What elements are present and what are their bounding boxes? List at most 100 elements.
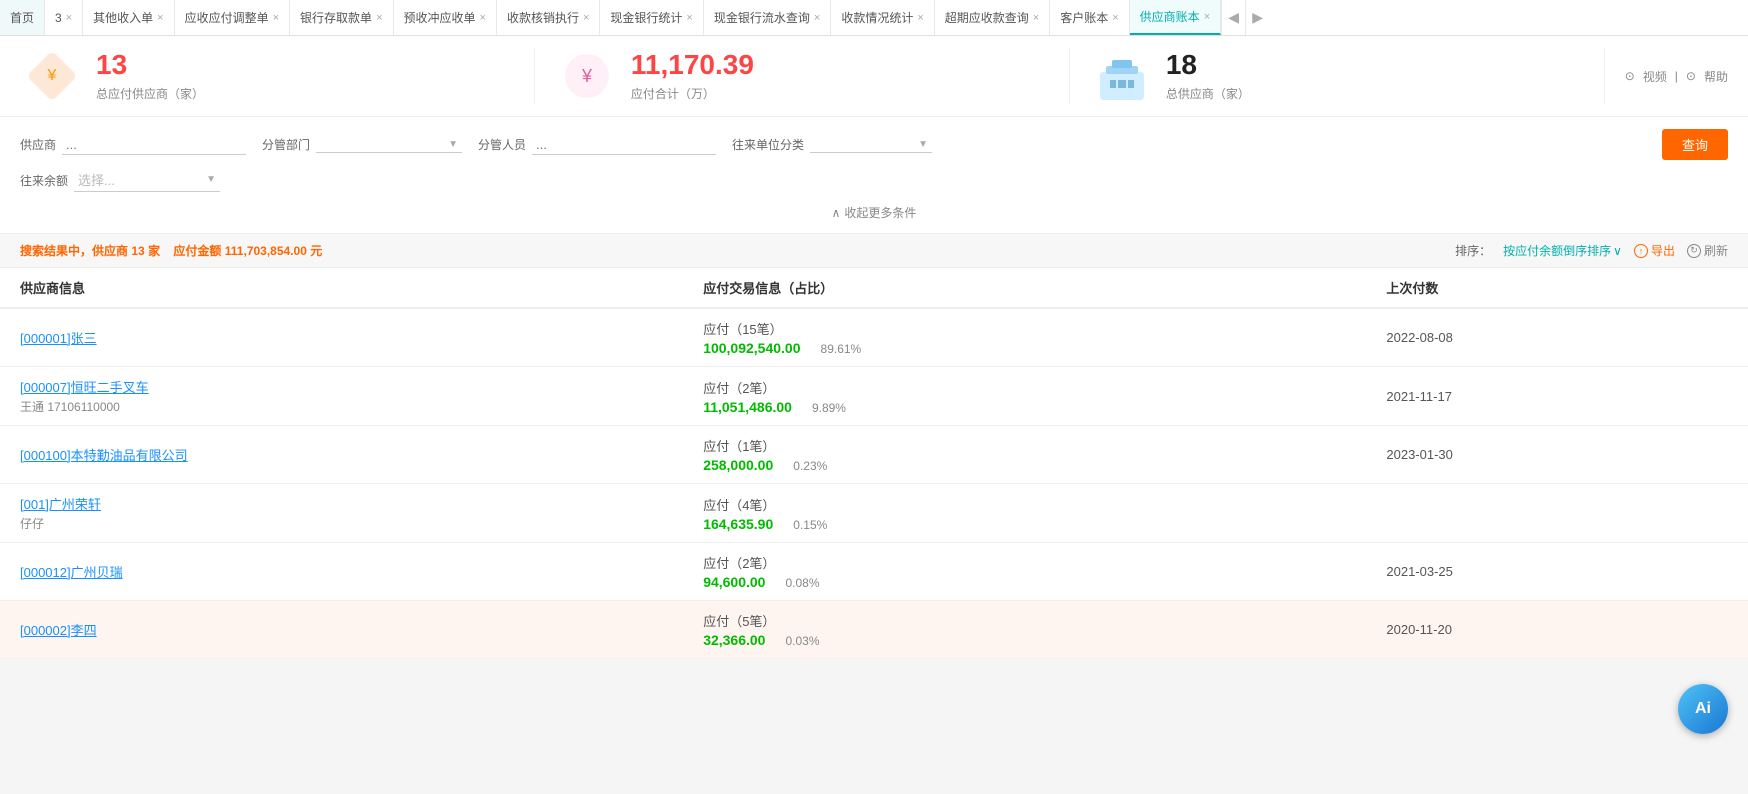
top-navigation: 首页 3 × 其他收入单 × 应收应付调整单 × 银行存取款单 × 预收冲应收单… — [0, 0, 1748, 36]
header-supplier-info: 供应商信息 — [20, 278, 703, 297]
nav-tab-other-income-label: 其他收入单 — [93, 9, 153, 26]
nav-tab-ap-adjustment-close[interactable]: × — [273, 12, 279, 24]
stat-text-total-suppliers: 18 总供应商（家） — [1166, 50, 1580, 102]
nav-tab-collection-close[interactable]: × — [583, 12, 589, 24]
stats-row: ¥ 13 总应付供应商（家） ¥ 11,170.39 应付合计（万） — [0, 36, 1748, 117]
filter-department-label: 分管部门 — [262, 136, 310, 153]
help-link[interactable]: 帮助 — [1704, 68, 1728, 85]
nav-tab-cash-bank-stats[interactable]: 现金银行统计 × — [600, 0, 703, 35]
nav-tab-3-label: 3 — [55, 11, 62, 25]
stat-number-total-suppliers: 18 — [1166, 50, 1580, 81]
nav-tab-home[interactable]: 首页 — [0, 0, 45, 35]
help-icon: ⊙ — [1686, 69, 1696, 83]
nav-tab-customer-ledger-close[interactable]: × — [1112, 12, 1118, 24]
refresh-label: 刷新 — [1704, 242, 1728, 259]
nav-tab-3-close[interactable]: × — [66, 12, 72, 24]
stat-label-ap-suppliers: 总应付供应商（家） — [96, 85, 510, 102]
sort-button[interactable]: 按应付余额倒序排序 ∨ — [1503, 242, 1622, 259]
refresh-button[interactable]: ↻ 刷新 — [1687, 242, 1728, 259]
transaction-cell-4: 应付（2笔） 94,600.00 0.08% — [703, 553, 1386, 590]
transaction-percent-1: 9.89% — [812, 401, 846, 415]
nav-tab-cash-bank-flow-close[interactable]: × — [814, 12, 820, 24]
table-row: [000012]广州贝瑞 应付（2笔） 94,600.00 0.08% 2021… — [0, 543, 1748, 601]
table-header: 供应商信息 应付交易信息（占比） 上次付数 — [0, 268, 1748, 309]
supplier-link-1[interactable]: [000007]恒旺二手叉车 — [20, 377, 703, 396]
supplier-table: 供应商信息 应付交易信息（占比） 上次付数 [000001]张三 应付（15笔）… — [0, 268, 1748, 659]
person-input[interactable] — [532, 135, 716, 155]
top-right-links: ⊙ 视频 | ⊙ 帮助 — [1605, 68, 1748, 85]
nav-tab-overdue-ar-close[interactable]: × — [1033, 12, 1039, 24]
balance-select[interactable]: 选择... ▼ — [74, 168, 220, 192]
category-dropdown-icon: ▼ — [918, 139, 928, 150]
supplier-link-4[interactable]: [000012]广州贝瑞 — [20, 562, 703, 581]
transaction-label-5: 应付（5笔） — [703, 611, 1386, 630]
transaction-amount-5: 32,366.00 — [703, 632, 765, 648]
result-amount-unit: 元 — [310, 244, 322, 258]
result-info: 搜索结果中，供应商 13 家 应付金额 111,703,854.00 元 — [20, 242, 322, 259]
nav-tab-supplier-ledger[interactable]: 供应商账本 × — [1130, 0, 1221, 35]
nav-tab-prepayment-close[interactable]: × — [480, 12, 486, 24]
sort-label: 排序： — [1455, 242, 1491, 259]
nav-tab-bank-deposit[interactable]: 银行存取款单 × — [290, 0, 393, 35]
nav-tab-other-income[interactable]: 其他收入单 × — [83, 0, 174, 35]
stat-block-ap-suppliers: ¥ 13 总应付供应商（家） — [0, 48, 535, 104]
last-payment-5: 2020-11-20 — [1386, 622, 1728, 637]
nav-tab-collection-stats[interactable]: 收款情况统计 × — [831, 0, 934, 35]
nav-tab-collection[interactable]: 收款核销执行 × — [497, 0, 600, 35]
nav-tab-other-income-close[interactable]: × — [157, 12, 163, 24]
query-button[interactable]: 查询 — [1662, 129, 1728, 160]
supplier-cell-3: [001]广州荣轩 仔仔 — [20, 494, 703, 532]
transaction-percent-4: 0.08% — [785, 576, 819, 590]
transaction-cell-1: 应付（2笔） 11,051,486.00 9.89% — [703, 378, 1386, 415]
stat-block-ap-total: ¥ 11,170.39 应付合计（万） — [535, 48, 1070, 104]
transaction-amount-1: 11,051,486.00 — [703, 399, 792, 415]
collapse-bar[interactable]: ∧ 收起更多条件 — [20, 200, 1728, 225]
supplier-cell-1: [000007]恒旺二手叉车 王通 17106110000 — [20, 377, 703, 415]
nav-next-arrow[interactable]: ▶ — [1245, 0, 1269, 35]
transaction-cell-2: 应付（1笔） 258,000.00 0.23% — [703, 436, 1386, 473]
filter-supplier: 供应商 — [20, 135, 246, 155]
collapse-text: 收起更多条件 — [844, 204, 916, 221]
video-link[interactable]: 视频 — [1643, 68, 1667, 85]
supplier-sub-3: 仔仔 — [20, 515, 703, 532]
nav-tab-ap-adjustment[interactable]: 应收应付调整单 × — [175, 0, 290, 35]
nav-tab-cash-bank-stats-label: 现金银行统计 — [610, 9, 682, 26]
supplier-link-5[interactable]: [000002]李四 — [20, 620, 703, 639]
nav-tab-supplier-ledger-close[interactable]: × — [1204, 11, 1210, 23]
nav-tab-bank-deposit-close[interactable]: × — [376, 12, 382, 24]
category-select[interactable]: ▼ — [810, 137, 932, 153]
nav-prev-arrow[interactable]: ◀ — [1221, 0, 1245, 35]
nav-tab-customer-ledger[interactable]: 客户账本 × — [1050, 0, 1129, 35]
transaction-percent-2: 0.23% — [793, 459, 827, 473]
filter-person: 分管人员 — [478, 135, 716, 155]
nav-tab-cash-bank-flow[interactable]: 现金银行流水查询 × — [704, 0, 831, 35]
supplier-link-3[interactable]: [001]广州荣轩 — [20, 494, 703, 513]
filter-department: 分管部门 ▼ — [262, 136, 462, 153]
nav-tab-home-label: 首页 — [10, 9, 34, 26]
supplier-sub-1: 王通 17106110000 — [20, 398, 703, 415]
result-prefix: 搜索结果中，供应商 — [20, 244, 128, 258]
supplier-link-0[interactable]: [000001]张三 — [20, 328, 703, 347]
ai-assistant-button[interactable]: Ai — [1678, 684, 1728, 734]
transaction-label-0: 应付（15笔） — [703, 319, 1386, 338]
transaction-percent-5: 0.03% — [785, 634, 819, 648]
collapse-icon: ∧ — [832, 206, 841, 220]
nav-tab-3[interactable]: 3 × — [45, 0, 83, 35]
transaction-cell-0: 应付（15笔） 100,092,540.00 89.61% — [703, 319, 1386, 356]
supplier-cell-5: [000002]李四 — [20, 620, 703, 639]
supplier-input[interactable] — [62, 135, 246, 155]
supplier-cell-4: [000012]广州贝瑞 — [20, 562, 703, 581]
nav-tab-collection-stats-close[interactable]: × — [917, 12, 923, 24]
supplier-link-2[interactable]: [000100]本特勤油品有限公司 — [20, 445, 703, 464]
stat-block-total-suppliers: 18 总供应商（家） — [1070, 48, 1605, 104]
export-label: 导出 — [1651, 242, 1675, 259]
export-button[interactable]: ↑ 导出 — [1634, 242, 1675, 259]
result-bar: 搜索结果中，供应商 13 家 应付金额 111,703,854.00 元 排序：… — [0, 234, 1748, 268]
transaction-label-2: 应付（1笔） — [703, 436, 1386, 455]
transaction-cell-5: 应付（5笔） 32,366.00 0.03% — [703, 611, 1386, 648]
department-select[interactable]: ▼ — [316, 137, 462, 153]
nav-tab-prepayment-label: 预收冲应收单 — [404, 9, 476, 26]
nav-tab-prepayment[interactable]: 预收冲应收单 × — [394, 0, 497, 35]
nav-tab-overdue-ar[interactable]: 超期应收款查询 × — [935, 0, 1050, 35]
nav-tab-cash-bank-stats-close[interactable]: × — [686, 12, 692, 24]
